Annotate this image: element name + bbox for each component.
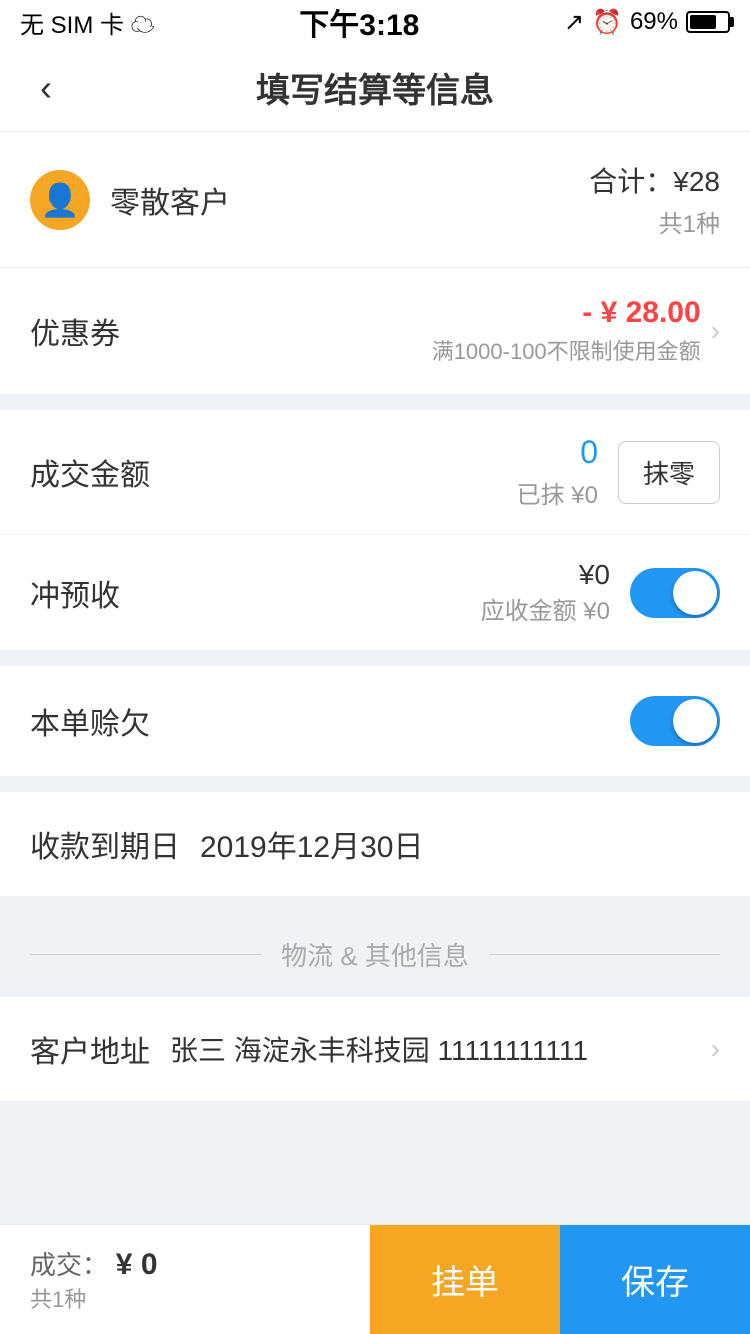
status-time: 下午3:18 xyxy=(299,0,419,44)
customer-summary: 合计：¥28 共1种 xyxy=(589,160,720,239)
prepay-right: ¥0 应收金额 ¥0 xyxy=(481,559,720,626)
location-icon: ↗ xyxy=(564,8,584,37)
customer-total: 合计：¥28 xyxy=(589,160,720,200)
page-title: 填写结算等信息 xyxy=(256,63,494,112)
credit-toggle[interactable] xyxy=(630,696,720,746)
save-button[interactable]: 保存 xyxy=(560,1225,750,1334)
divider-line-right xyxy=(489,954,720,955)
back-button[interactable]: ‹ xyxy=(30,57,62,119)
address-value: 张三 海淀永丰科技园 11111111111 xyxy=(170,1029,711,1069)
transaction-section: 成交金额 0 已抹 ¥0 抹零 冲预收 ¥0 应收金额 ¥0 xyxy=(0,410,750,650)
customer-name: 零散客户 xyxy=(110,178,230,222)
status-right: ↗ ⏰ 69% xyxy=(564,8,730,37)
customer-count: 共1种 xyxy=(589,204,720,239)
sim-text: 无 SIM 卡 ☁ xyxy=(20,5,155,40)
address-label: 客户地址 xyxy=(30,1027,150,1071)
battery-percent: 69% xyxy=(630,8,678,36)
credit-label: 本单赊欠 xyxy=(30,699,150,743)
bottom-summary: 成交： ¥ 0 共1种 xyxy=(0,1245,370,1314)
customer-row: 👤 零散客户 合计：¥28 共1种 xyxy=(0,132,750,267)
customer-left: 👤 零散客户 xyxy=(30,170,230,230)
address-chevron-icon: › xyxy=(711,1033,720,1065)
prepay-row: 冲预收 ¥0 应收金额 ¥0 xyxy=(0,535,750,650)
bottom-deal-prefix: 成交： xyxy=(30,1250,108,1280)
due-date-row: 收款到期日 2019年12月30日 xyxy=(30,822,720,866)
due-date-value: 2019年12月30日 xyxy=(200,822,423,866)
divider-line-left xyxy=(30,954,261,955)
deal-amount-right: 0 已抹 ¥0 抹零 xyxy=(517,434,720,510)
hang-button[interactable]: 挂单 xyxy=(370,1225,560,1334)
bottom-deal-amount: ¥ 0 xyxy=(116,1248,158,1281)
logistics-divider: 物流 & 其他信息 xyxy=(0,912,750,997)
content: 👤 零散客户 合计：¥28 共1种 优惠券 - ¥ 28.00 满1000-10… xyxy=(0,132,750,1221)
nav-bar: ‹ 填写结算等信息 xyxy=(0,44,750,132)
deal-amount-label: 成交金额 xyxy=(30,450,150,494)
avatar-icon: 👤 xyxy=(40,181,80,219)
customer-section: 👤 零散客户 合计：¥28 共1种 优惠券 - ¥ 28.00 满1000-10… xyxy=(0,132,750,394)
bottom-deal-line: 成交： ¥ 0 xyxy=(30,1245,340,1282)
chevron-right-icon: › xyxy=(711,315,720,347)
deal-amount-row: 成交金额 0 已抹 ¥0 抹零 xyxy=(0,410,750,535)
coupon-label: 优惠券 xyxy=(30,309,120,353)
prepay-amount: ¥0 xyxy=(481,559,610,591)
bottom-count: 共1种 xyxy=(30,1282,340,1314)
battery-icon xyxy=(686,11,730,33)
logistics-label: 物流 & 其他信息 xyxy=(281,936,469,973)
coupon-right: - ¥ 28.00 满1000-100不限制使用金额 › xyxy=(432,296,720,366)
deal-amount-value: 0 xyxy=(517,434,598,471)
credit-section: 本单赊欠 xyxy=(0,666,750,776)
bottom-bar: 成交： ¥ 0 共1种 挂单 保存 xyxy=(0,1224,750,1334)
alarm-icon: ⏰ xyxy=(592,8,622,37)
coupon-desc: 满1000-100不限制使用金额 xyxy=(432,334,701,366)
due-date-section: 收款到期日 2019年12月30日 xyxy=(0,792,750,896)
coupon-amount: - ¥ 28.00 xyxy=(432,296,701,330)
deal-amount-block: 0 已抹 ¥0 xyxy=(517,434,598,510)
avatar: 👤 xyxy=(30,170,90,230)
prepay-sub: 应收金额 ¥0 xyxy=(481,591,610,626)
coupon-row[interactable]: 优惠券 - ¥ 28.00 满1000-100不限制使用金额 › xyxy=(0,267,750,394)
address-section[interactable]: 客户地址 张三 海淀永丰科技园 11111111111 › xyxy=(0,997,750,1101)
prepay-label: 冲预收 xyxy=(30,571,120,615)
deal-amount-sub: 已抹 ¥0 xyxy=(517,475,598,510)
prepay-amount-block: ¥0 应收金额 ¥0 xyxy=(481,559,610,626)
due-date-label: 收款到期日 xyxy=(30,822,180,866)
round-zero-button[interactable]: 抹零 xyxy=(618,441,720,504)
status-bar: 无 SIM 卡 ☁ 下午3:18 ↗ ⏰ 69% xyxy=(0,0,750,44)
prepay-toggle[interactable] xyxy=(630,568,720,618)
coupon-info: - ¥ 28.00 满1000-100不限制使用金额 xyxy=(432,296,701,366)
status-left: 无 SIM 卡 ☁ xyxy=(20,5,155,40)
